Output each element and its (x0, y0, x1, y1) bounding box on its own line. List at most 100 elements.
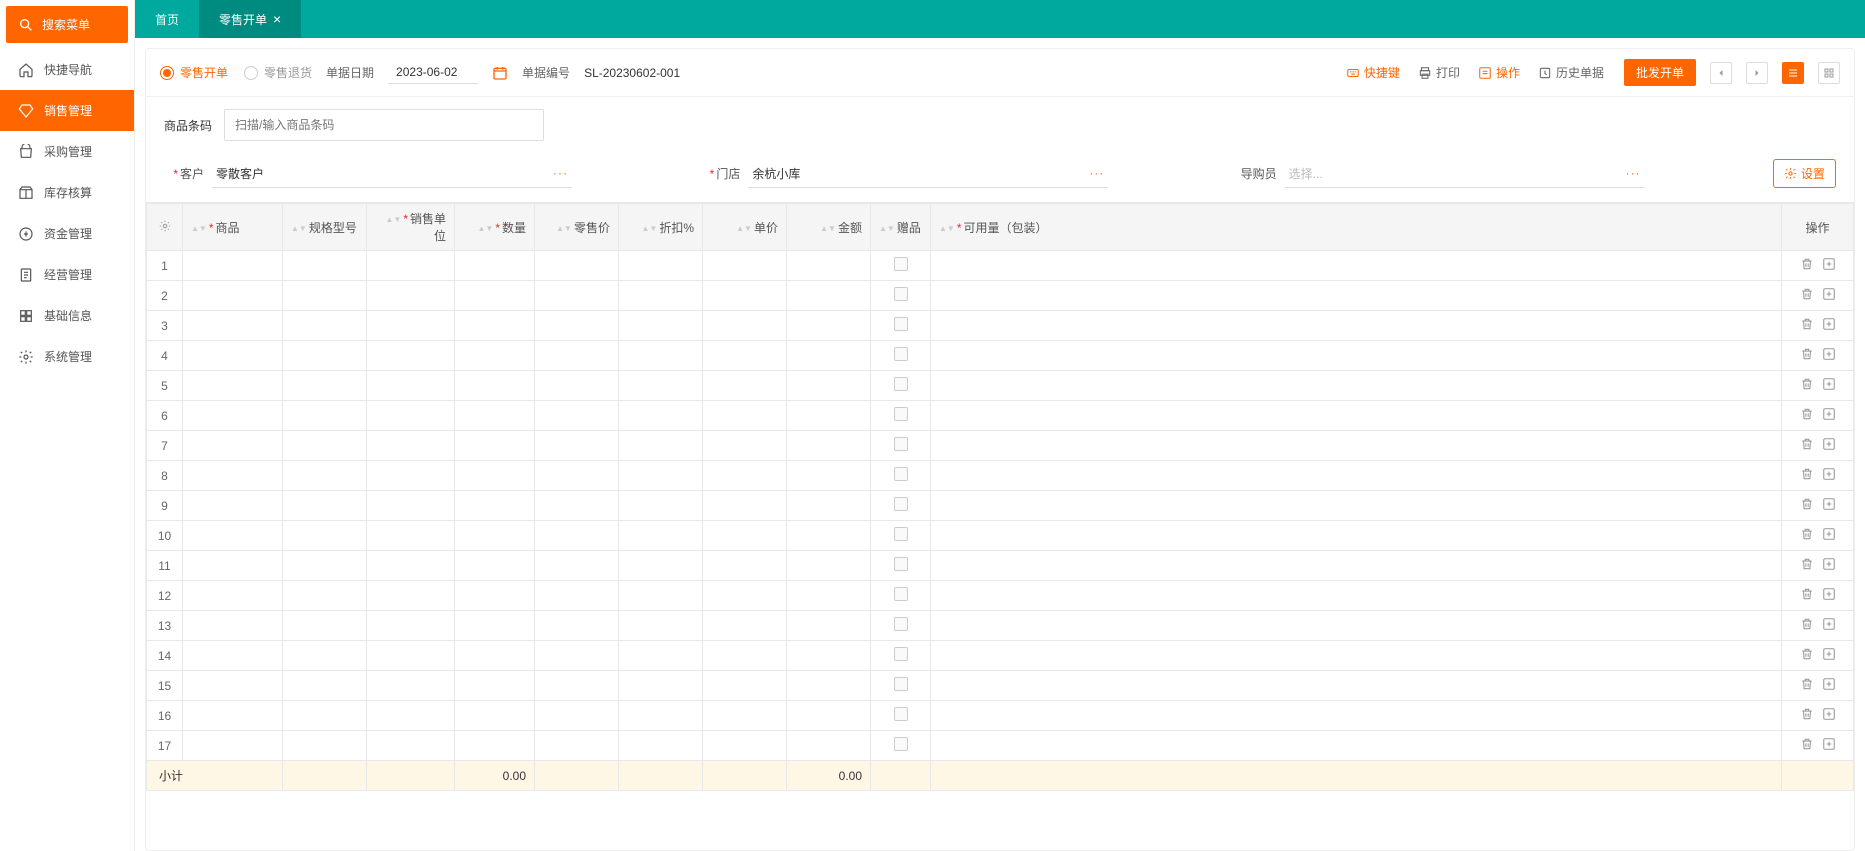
cell[interactable] (619, 641, 703, 671)
cell[interactable] (619, 671, 703, 701)
gear-icon[interactable] (158, 219, 172, 233)
nav-item-5[interactable]: 经营管理 (0, 254, 134, 295)
gift-checkbox[interactable] (894, 617, 908, 631)
cell[interactable] (367, 551, 455, 581)
cell[interactable] (535, 461, 619, 491)
sort-icon[interactable]: ▲▼ (556, 226, 572, 231)
cell[interactable] (455, 401, 535, 431)
nav-item-2[interactable]: 采购管理 (0, 131, 134, 172)
cell[interactable] (455, 491, 535, 521)
nav-item-1[interactable]: 销售管理 (0, 90, 134, 131)
gift-checkbox[interactable] (894, 287, 908, 301)
cell[interactable] (787, 641, 871, 671)
cell[interactable] (787, 671, 871, 701)
delete-row-button[interactable] (1800, 737, 1814, 751)
doc-type-radio-0[interactable]: 零售开单 (160, 64, 228, 81)
cell[interactable] (619, 581, 703, 611)
cell[interactable] (619, 341, 703, 371)
cell[interactable] (787, 341, 871, 371)
cell-available[interactable] (931, 311, 1782, 341)
cell[interactable] (535, 581, 619, 611)
cell[interactable] (367, 641, 455, 671)
add-row-button[interactable] (1822, 527, 1836, 541)
table-row[interactable]: 4 (147, 341, 1854, 371)
delete-row-button[interactable] (1800, 467, 1814, 481)
cell-available[interactable] (931, 641, 1782, 671)
cell[interactable] (535, 671, 619, 701)
cell[interactable] (535, 551, 619, 581)
cell[interactable] (787, 431, 871, 461)
cell[interactable] (703, 461, 787, 491)
table-row[interactable]: 7 (147, 431, 1854, 461)
delete-row-button[interactable] (1800, 707, 1814, 721)
cell[interactable] (367, 281, 455, 311)
cell[interactable] (367, 581, 455, 611)
cell[interactable] (455, 251, 535, 281)
nav-item-0[interactable]: 快捷导航 (0, 49, 134, 90)
cell[interactable] (455, 641, 535, 671)
cell[interactable] (367, 671, 455, 701)
cell[interactable] (703, 731, 787, 761)
col-header-5[interactable]: ▲▼零售价 (535, 204, 619, 251)
table-row[interactable]: 8 (147, 461, 1854, 491)
cell-available[interactable] (931, 731, 1782, 761)
cell[interactable] (455, 281, 535, 311)
wholesale-button[interactable]: 批发开单 (1624, 59, 1696, 86)
calendar-icon[interactable] (492, 65, 508, 81)
cell[interactable] (703, 551, 787, 581)
cell[interactable] (367, 251, 455, 281)
nav-item-3[interactable]: 库存核算 (0, 172, 134, 213)
col-header-6[interactable]: ▲▼折扣% (619, 204, 703, 251)
cell[interactable] (283, 491, 367, 521)
delete-row-button[interactable] (1800, 317, 1814, 331)
table-row[interactable]: 11 (147, 551, 1854, 581)
cell[interactable] (455, 581, 535, 611)
cell-available[interactable] (931, 521, 1782, 551)
add-row-button[interactable] (1822, 257, 1836, 271)
cell[interactable] (183, 671, 283, 701)
date-value[interactable]: 2023-06-02 (388, 61, 478, 84)
nav-item-6[interactable]: 基础信息 (0, 295, 134, 336)
cell[interactable] (183, 551, 283, 581)
close-icon[interactable]: × (273, 11, 281, 27)
cell[interactable] (535, 281, 619, 311)
cell[interactable] (787, 401, 871, 431)
cell[interactable] (787, 731, 871, 761)
sort-icon[interactable]: ▲▼ (641, 226, 657, 231)
cell[interactable] (367, 491, 455, 521)
nav-item-4[interactable]: 资金管理 (0, 213, 134, 254)
cell[interactable] (703, 281, 787, 311)
delete-row-button[interactable] (1800, 677, 1814, 691)
cell[interactable] (619, 281, 703, 311)
cell[interactable] (703, 581, 787, 611)
delete-row-button[interactable] (1800, 407, 1814, 421)
cell[interactable] (283, 311, 367, 341)
cell[interactable] (703, 371, 787, 401)
delete-row-button[interactable] (1800, 647, 1814, 661)
cell[interactable] (455, 521, 535, 551)
add-row-button[interactable] (1822, 347, 1836, 361)
cell[interactable] (535, 401, 619, 431)
table-row[interactable]: 6 (147, 401, 1854, 431)
cell[interactable] (367, 431, 455, 461)
sort-icon[interactable]: ▲▼ (191, 226, 207, 231)
store-picker-icon[interactable]: ··· (1089, 166, 1104, 180)
cell[interactable] (283, 671, 367, 701)
toolbar-key-button[interactable]: 快捷键 (1340, 60, 1406, 85)
cell[interactable] (787, 581, 871, 611)
store-field[interactable]: 余杭小库 ··· (748, 160, 1108, 188)
cell[interactable] (455, 611, 535, 641)
add-row-button[interactable] (1822, 737, 1836, 751)
cell[interactable] (183, 401, 283, 431)
cell[interactable] (183, 311, 283, 341)
delete-row-button[interactable] (1800, 557, 1814, 571)
cell[interactable] (367, 611, 455, 641)
gift-checkbox[interactable] (894, 377, 908, 391)
delete-row-button[interactable] (1800, 437, 1814, 451)
gift-checkbox[interactable] (894, 677, 908, 691)
cell[interactable] (455, 311, 535, 341)
cell[interactable] (703, 401, 787, 431)
cell[interactable] (367, 341, 455, 371)
cell-available[interactable] (931, 671, 1782, 701)
add-row-button[interactable] (1822, 317, 1836, 331)
